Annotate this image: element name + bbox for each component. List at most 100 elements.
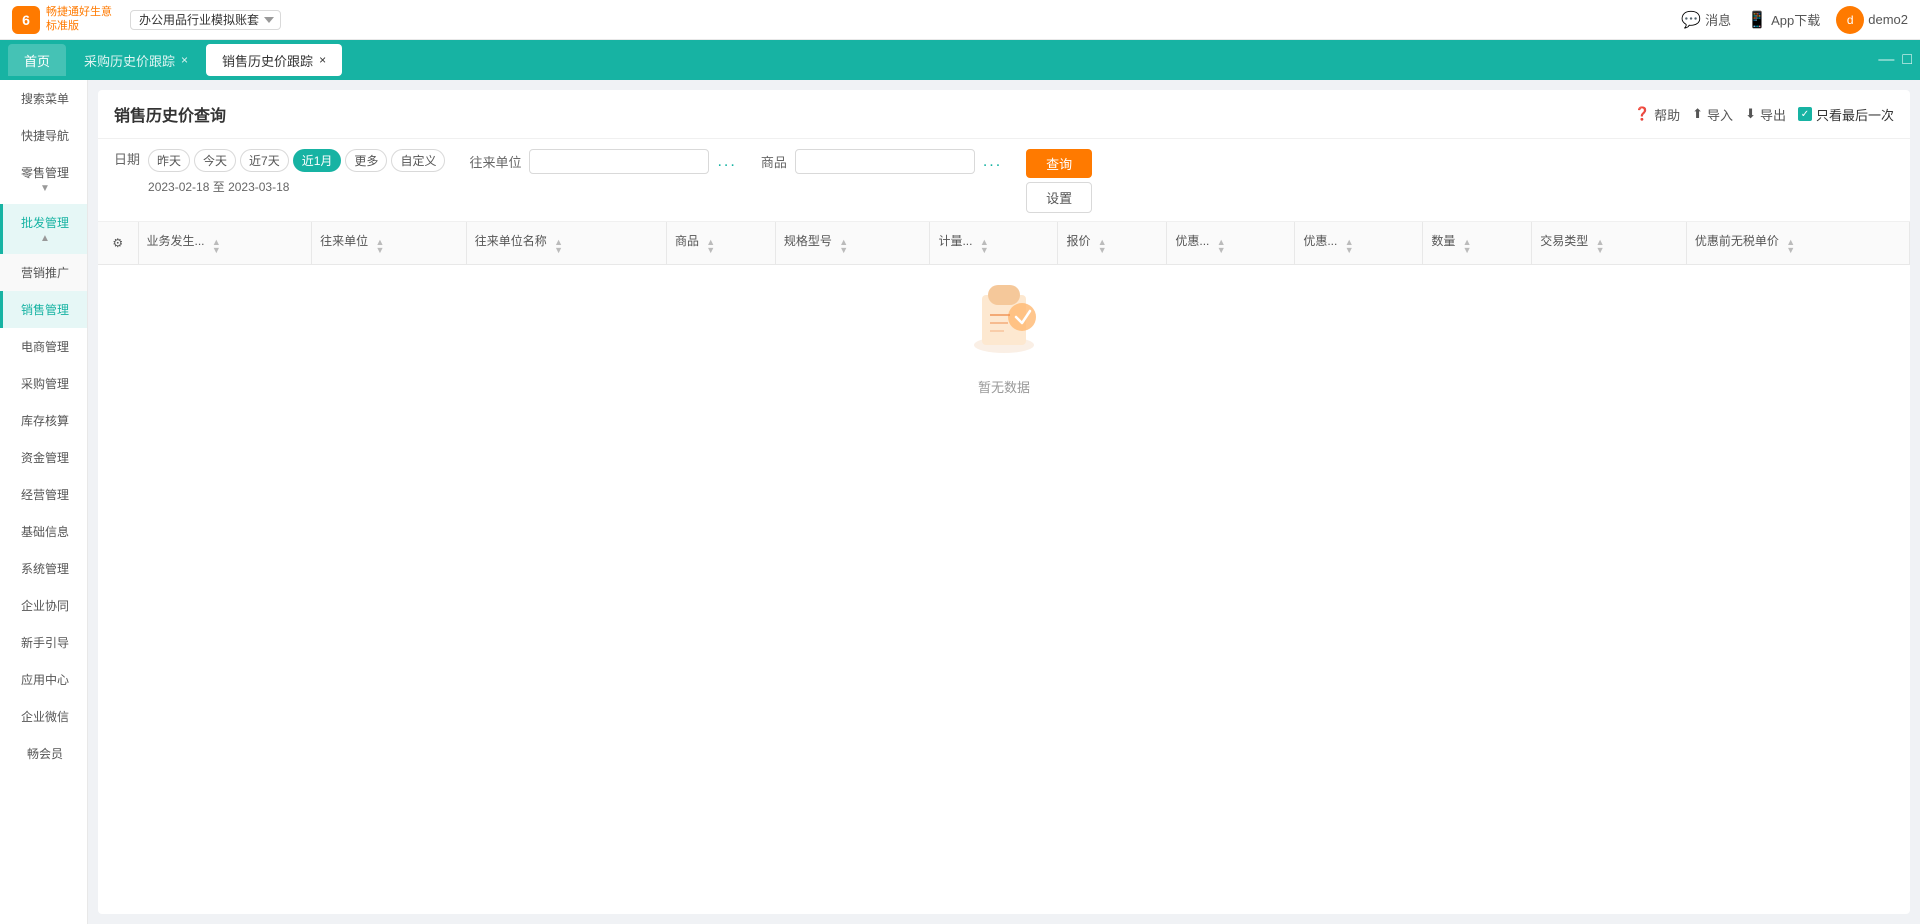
sidebar-item-enterprise-collab[interactable]: 企业协同 — [0, 587, 87, 624]
table-header-row: ⚙ 业务发生... ▲▼ 往来单位 ▲▼ 往来单位名称 — [98, 222, 1910, 265]
import-action[interactable]: ⬆ 导入 — [1692, 105, 1733, 124]
sidebar-item-enterprise-wechat[interactable]: 企业微信 — [0, 698, 87, 735]
page-header: 销售历史价查询 ❓ 帮助 ⬆ 导入 ⬇ 导出 ✓ — [98, 90, 1910, 139]
only-last-checkbox-area[interactable]: ✓ 只看最后一次 — [1798, 105, 1894, 124]
app-download-action[interactable]: 📱 App下载 — [1747, 10, 1820, 30]
only-last-checkbox[interactable]: ✓ — [1798, 107, 1812, 121]
counterpart-input[interactable] — [529, 149, 709, 174]
sidebar-item-finance-mgmt[interactable]: 资金管理 — [0, 439, 87, 476]
col-discount1[interactable]: 优惠... ▲▼ — [1167, 222, 1295, 265]
breadcrumb: 办公用品行业模拟账套 — [130, 10, 281, 30]
empty-text: 暂无数据 — [978, 377, 1030, 396]
date-btn-today[interactable]: 今天 — [194, 149, 236, 172]
export-action[interactable]: ⬇ 导出 — [1745, 105, 1786, 124]
sidebar-item-vip-member[interactable]: 畅会员 — [0, 735, 87, 772]
page-title: 销售历史价查询 — [114, 102, 226, 126]
help-icon: ❓ — [1634, 106, 1650, 122]
sidebar-item-wholesale-mgmt[interactable]: 批发管理 ▲ — [0, 204, 87, 254]
col-counterpart-name[interactable]: 往来单位名称 ▲▼ — [466, 222, 666, 265]
sidebar-item-basic-info[interactable]: 基础信息 — [0, 513, 87, 550]
tab-purchase-history-close[interactable]: × — [181, 54, 188, 66]
sort-arrows: ▲▼ — [375, 238, 384, 254]
date-btn-more[interactable]: 更多 — [345, 149, 387, 172]
product-dots[interactable]: ... — [983, 153, 1002, 171]
help-action[interactable]: ❓ 帮助 — [1634, 105, 1680, 124]
logo-icon: 6 — [12, 6, 40, 34]
col-quote[interactable]: 报价 ▲▼ — [1058, 222, 1167, 265]
date-filter-group: 日期 昨天 今天 近7天 近1月 更多 自定义 2023-02-18 至 202… — [114, 149, 445, 195]
sidebar-item-purchase-mgmt[interactable]: 采购管理 — [0, 365, 87, 402]
date-btn-last7days[interactable]: 近7天 — [240, 149, 289, 172]
col-biz-date[interactable]: 业务发生... ▲▼ — [138, 222, 312, 265]
breadcrumb-select[interactable]: 办公用品行业模拟账套 — [130, 10, 281, 30]
tab-bar: 首页 采购历史价跟踪 × 销售历史价跟踪 × — □ — [0, 40, 1920, 80]
sort-arrows: ▲▼ — [1098, 238, 1107, 254]
col-settings[interactable]: ⚙ — [98, 222, 138, 265]
sidebar-item-app-center[interactable]: 应用中心 — [0, 661, 87, 698]
sidebar-item-sales-mgmt[interactable]: 销售管理 — [0, 291, 87, 328]
content-area: 销售历史价查询 ❓ 帮助 ⬆ 导入 ⬇ 导出 ✓ — [88, 80, 1920, 924]
top-bar: 6 畅捷通好生意 标准版 办公用品行业模拟账套 💬 消息 📱 App下载 d d… — [0, 0, 1920, 40]
col-qty[interactable]: 数量 ▲▼ — [1423, 222, 1532, 265]
settings-button[interactable]: 设置 — [1026, 182, 1092, 213]
sort-arrows: ▲▼ — [1217, 238, 1226, 254]
col-trade-type[interactable]: 交易类型 ▲▼ — [1532, 222, 1687, 265]
counterpart-dots[interactable]: ... — [717, 153, 736, 171]
counterpart-filter-label: 往来单位 — [469, 152, 521, 171]
chevron-up-icon: ▲ — [40, 233, 50, 244]
import-icon: ⬆ — [1692, 106, 1703, 122]
sort-arrows: ▲▼ — [1596, 238, 1605, 254]
sidebar-item-retail-mgmt[interactable]: 零售管理 ▼ — [0, 154, 87, 204]
tab-actions: — □ — [1878, 51, 1912, 69]
sort-arrows: ▲▼ — [706, 238, 715, 254]
col-pre-tax-price[interactable]: 优惠前无税单价 ▲▼ — [1686, 222, 1909, 265]
page-card: 销售历史价查询 ❓ 帮助 ⬆ 导入 ⬇ 导出 ✓ — [98, 90, 1910, 914]
minimize-btn[interactable]: — — [1878, 51, 1894, 69]
export-icon: ⬇ — [1745, 106, 1756, 122]
maximize-btn[interactable]: □ — [1902, 51, 1912, 69]
counterpart-filter-group: 往来单位 ... — [469, 149, 736, 174]
main-layout: 搜索菜单 快捷导航 零售管理 ▼ 批发管理 ▲ 营销推广 销售管理 电商管理 采… — [0, 80, 1920, 924]
col-counterpart-code[interactable]: 往来单位 ▲▼ — [312, 222, 467, 265]
tab-sales-history-close[interactable]: × — [319, 54, 326, 66]
sidebar-item-search-menu[interactable]: 搜索菜单 — [0, 80, 87, 117]
sidebar-item-operations-mgmt[interactable]: 经营管理 — [0, 476, 87, 513]
col-product[interactable]: 商品 ▲▼ — [666, 222, 775, 265]
sort-arrows: ▲▼ — [212, 238, 221, 254]
data-table: ⚙ 业务发生... ▲▼ 往来单位 ▲▼ 往来单位名称 — [98, 222, 1910, 265]
date-btn-last1month[interactable]: 近1月 — [293, 149, 342, 172]
date-buttons: 昨天 今天 近7天 近1月 更多 自定义 — [148, 149, 445, 172]
table-area: ⚙ 业务发生... ▲▼ 往来单位 ▲▼ 往来单位名称 — [98, 222, 1910, 914]
page-header-actions: ❓ 帮助 ⬆ 导入 ⬇ 导出 ✓ 只看最后一次 — [1634, 105, 1894, 124]
chat-action[interactable]: 💬 消息 — [1681, 10, 1731, 30]
date-filter-label: 日期 — [114, 149, 140, 168]
col-discount2[interactable]: 优惠... ▲▼ — [1295, 222, 1423, 265]
date-btn-yesterday[interactable]: 昨天 — [148, 149, 190, 172]
sort-arrows: ▲▼ — [1463, 238, 1472, 254]
col-unit[interactable]: 计量... ▲▼ — [930, 222, 1058, 265]
mobile-icon: 📱 — [1747, 10, 1767, 30]
sidebar-item-ecommerce-mgmt[interactable]: 电商管理 — [0, 328, 87, 365]
avatar: d — [1836, 6, 1864, 34]
sidebar-item-inventory[interactable]: 库存核算 — [0, 402, 87, 439]
sort-arrows: ▲▼ — [1345, 238, 1354, 254]
settings-icon[interactable]: ⚙ — [112, 236, 123, 250]
filter-action-buttons: 查询 设置 — [1026, 149, 1092, 213]
sidebar-item-new-guide[interactable]: 新手引导 — [0, 624, 87, 661]
tab-sales-history[interactable]: 销售历史价跟踪 × — [206, 44, 342, 76]
user-profile[interactable]: d demo2 — [1836, 6, 1908, 34]
sidebar-item-marketing[interactable]: 营销推广 — [0, 254, 87, 291]
empty-illustration — [954, 265, 1054, 365]
date-range-display: 2023-02-18 至 2023-03-18 — [148, 178, 445, 195]
sidebar-item-system-mgmt[interactable]: 系统管理 — [0, 550, 87, 587]
tab-purchase-history[interactable]: 采购历史价跟踪 × — [68, 44, 204, 76]
col-spec[interactable]: 规格型号 ▲▼ — [775, 222, 930, 265]
top-bar-right: 💬 消息 📱 App下载 d demo2 — [1681, 6, 1908, 34]
logo-text: 畅捷通好生意 标准版 — [46, 6, 112, 32]
date-btn-custom[interactable]: 自定义 — [391, 149, 445, 172]
sidebar-item-quick-nav[interactable]: 快捷导航 — [0, 117, 87, 154]
product-input[interactable] — [795, 149, 975, 174]
tab-home[interactable]: 首页 — [8, 44, 66, 76]
query-button[interactable]: 查询 — [1026, 149, 1092, 178]
empty-state: 暂无数据 — [98, 265, 1910, 396]
